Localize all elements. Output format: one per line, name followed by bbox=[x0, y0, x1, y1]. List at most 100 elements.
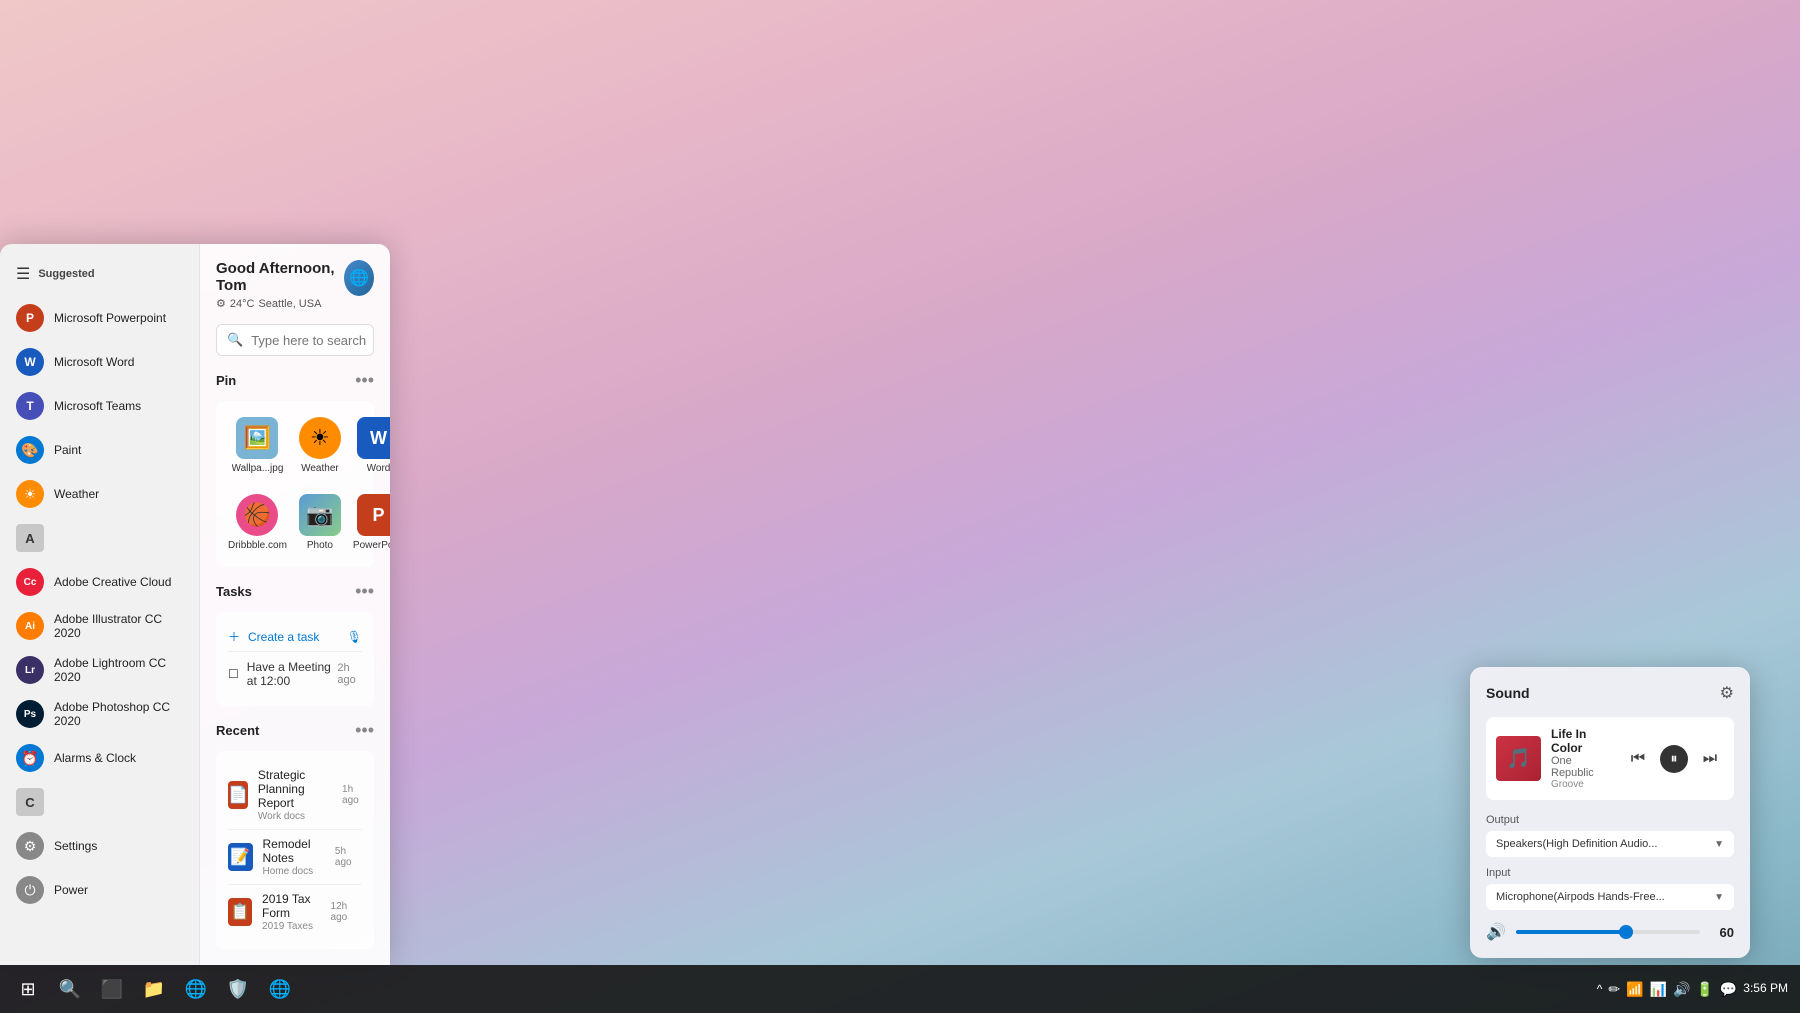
pin-weather-icon: ☀ bbox=[299, 417, 341, 459]
recent-item-strategic[interactable]: 📄 Strategic Planning Report Work docs 1h… bbox=[228, 761, 362, 830]
recent-item-tax[interactable]: 📋 2019 Tax Form 2019 Taxes 12h ago bbox=[228, 885, 362, 939]
user-avatar[interactable]: 🌐 bbox=[344, 260, 374, 296]
letter-c: C bbox=[16, 788, 44, 816]
taskbar-volume-icon[interactable]: 🔊 bbox=[1673, 981, 1690, 998]
recent-time: 5h ago bbox=[335, 846, 362, 868]
pin-item-weather[interactable]: ☀ Weather bbox=[295, 409, 345, 482]
sound-settings-icon[interactable]: ⚙ bbox=[1720, 683, 1734, 703]
pin-label: Weather bbox=[301, 463, 339, 474]
search-input[interactable] bbox=[251, 333, 390, 348]
sound-panel: Sound ⚙ 🎵 Life In Color One Republic Gro… bbox=[1470, 667, 1750, 958]
pin-item-word[interactable]: W Word bbox=[349, 409, 390, 482]
recent-section-title: Recent bbox=[216, 723, 259, 738]
taskbar-taskview-button[interactable]: ⬛ bbox=[92, 969, 132, 1009]
start-button[interactable]: ⊞ bbox=[8, 969, 48, 1009]
taskbar: ⊞ 🔍 ⬛ 📁 🌐 🛡️ 🌐 ^ ✏ 📶 📊 🔊 🔋 💬 bbox=[0, 965, 1800, 1013]
now-playing: 🎵 Life In Color One Republic Groove ⏮ ⏸ … bbox=[1486, 717, 1734, 800]
sidebar-item-ps[interactable]: Ps Adobe Photoshop CC 2020 bbox=[0, 692, 199, 736]
section-c: C bbox=[0, 780, 199, 824]
taskbar-notification-icon[interactable]: 💬 bbox=[1720, 981, 1737, 998]
taskbar-edge-button[interactable]: 🌐 bbox=[176, 969, 216, 1009]
sidebar-app-name: Microsoft Word bbox=[54, 355, 134, 369]
input-dropdown[interactable]: Microphone(Airpods Hands-Free... ▼ bbox=[1486, 884, 1734, 910]
sidebar-item-ai[interactable]: Ai Adobe Illustrator CC 2020 bbox=[0, 604, 199, 648]
sidebar-item-power[interactable]: ⏻ Power bbox=[0, 868, 199, 912]
recent-item-remodel[interactable]: 📝 Remodel Notes Home docs 5h ago bbox=[228, 830, 362, 885]
teams-icon: T bbox=[16, 392, 44, 420]
taskbar-time[interactable]: 3:56 PM bbox=[1743, 981, 1788, 997]
start-sidebar: ☰ Suggested P Microsoft Powerpoint W Mic… bbox=[0, 244, 200, 965]
input-label: Input bbox=[1486, 867, 1734, 879]
recent-more-button[interactable]: ••• bbox=[355, 720, 374, 741]
tasks-section-header: Tasks ••• bbox=[216, 581, 374, 602]
album-art: 🎵 bbox=[1496, 736, 1541, 781]
pin-section-header: Pin ••• bbox=[216, 370, 374, 391]
sidebar-item-weather[interactable]: ☀ Weather bbox=[0, 472, 199, 516]
sidebar-item-alarms[interactable]: ⏰ Alarms & Clock bbox=[0, 736, 199, 780]
sidebar-item-lr[interactable]: Lr Adobe Lightroom CC 2020 bbox=[0, 648, 199, 692]
sidebar-item-teams[interactable]: T Microsoft Teams bbox=[0, 384, 199, 428]
recent-word-icon: 📝 bbox=[228, 843, 253, 871]
taskbar-security-button[interactable]: 🛡️ bbox=[218, 969, 258, 1009]
output-section: Output Speakers(High Definition Audio...… bbox=[1486, 814, 1734, 857]
recent-time: 12h ago bbox=[331, 901, 362, 923]
taskbar-search-button[interactable]: 🔍 bbox=[50, 969, 90, 1009]
create-task-button[interactable]: ＋ Create a task 🎙 bbox=[228, 622, 362, 652]
sidebar-item-settings[interactable]: ⚙ Settings bbox=[0, 824, 199, 868]
task-item[interactable]: ☐ Have a Meeting at 12:00 2h ago bbox=[228, 652, 362, 696]
pin-label: Wallpa...jpg bbox=[232, 463, 284, 474]
alarms-icon: ⏰ bbox=[16, 744, 44, 772]
sidebar-header: ☰ Suggested bbox=[0, 260, 199, 296]
previous-button[interactable]: ⏮ bbox=[1624, 745, 1652, 773]
input-section: Input Microphone(Airpods Hands-Free... ▼ bbox=[1486, 867, 1734, 910]
taskbar-pen-icon: ✏ bbox=[1608, 981, 1620, 998]
volume-icon: 🔊 bbox=[1486, 922, 1506, 942]
power-label: Power bbox=[54, 883, 88, 897]
pin-word-icon: W bbox=[357, 417, 390, 459]
sidebar-item-acc[interactable]: Cc Adobe Creative Cloud bbox=[0, 560, 199, 604]
taskbar-store-button[interactable]: 🌐 bbox=[260, 969, 300, 1009]
recent-info: Remodel Notes Home docs bbox=[263, 837, 335, 877]
weather-gear-icon: ⚙ bbox=[216, 297, 226, 310]
taskbar-right: ^ ✏ 📶 📊 🔊 🔋 💬 3:56 PM bbox=[1585, 981, 1800, 998]
sidebar-item-powerpoint[interactable]: P Microsoft Powerpoint bbox=[0, 296, 199, 340]
task-mic-icon[interactable]: 🎙 bbox=[347, 630, 362, 644]
taskbar-battery-icon: 🔋 bbox=[1696, 981, 1713, 998]
tasks-section: ＋ Create a task 🎙 ☐ Have a Meeting at 12… bbox=[216, 612, 374, 706]
media-controls: ⏮ ⏸ ⏭ bbox=[1624, 745, 1724, 773]
pin-item-wallpaper[interactable]: 🖼️ Wallpa...jpg bbox=[224, 409, 291, 482]
pin-more-button[interactable]: ••• bbox=[355, 370, 374, 391]
sidebar-item-paint[interactable]: 🎨 Paint bbox=[0, 428, 199, 472]
start-main: Good Afternoon, Tom ⚙ 24°C Seattle, USA … bbox=[200, 244, 390, 965]
output-dropdown[interactable]: Speakers(High Definition Audio... ▼ bbox=[1486, 831, 1734, 857]
taskbar-explorer-button[interactable]: 📁 bbox=[134, 969, 174, 1009]
chevron-up-icon[interactable]: ^ bbox=[1597, 982, 1603, 996]
hamburger-icon[interactable]: ☰ bbox=[16, 264, 30, 284]
sidebar-item-word[interactable]: W Microsoft Word bbox=[0, 340, 199, 384]
task-left: ☐ Have a Meeting at 12:00 bbox=[228, 660, 337, 688]
notification-area: ^ ✏ 📶 📊 🔊 🔋 💬 bbox=[1597, 981, 1738, 998]
pin-photo-icon: 📷 bbox=[299, 494, 341, 536]
search-bar[interactable]: 🔍 🎙 bbox=[216, 324, 374, 356]
next-button[interactable]: ⏭ bbox=[1696, 745, 1724, 773]
greeting-info: Good Afternoon, Tom ⚙ 24°C Seattle, USA bbox=[216, 260, 344, 310]
sidebar-app-name: Adobe Creative Cloud bbox=[54, 575, 171, 589]
recent-left: 📄 Strategic Planning Report Work docs bbox=[228, 768, 342, 822]
pin-item-photo[interactable]: 📷 Photo bbox=[295, 486, 345, 559]
tasks-more-button[interactable]: ••• bbox=[355, 581, 374, 602]
song-info: Life In Color One Republic Groove bbox=[1551, 727, 1614, 790]
desktop: ☰ Suggested P Microsoft Powerpoint W Mic… bbox=[0, 0, 1800, 1013]
paint-icon: 🎨 bbox=[16, 436, 44, 464]
start-menu: ☰ Suggested P Microsoft Powerpoint W Mic… bbox=[0, 244, 390, 965]
pause-button[interactable]: ⏸ bbox=[1660, 745, 1688, 773]
taskbar-wifi-icon[interactable]: 📶 bbox=[1626, 981, 1643, 998]
sidebar-app-name: Adobe Photoshop CC 2020 bbox=[54, 700, 183, 728]
create-task-label: Create a task bbox=[248, 630, 319, 644]
task-checkbox-icon[interactable]: ☐ bbox=[228, 667, 239, 681]
recent-section: 📄 Strategic Planning Report Work docs 1h… bbox=[216, 751, 374, 949]
search-icon: 🔍 bbox=[227, 332, 243, 348]
volume-slider[interactable] bbox=[1516, 930, 1700, 934]
pin-item-powerpoint[interactable]: P PowerPoint bbox=[349, 486, 390, 559]
pin-item-dribbble[interactable]: 🏀 Dribbble.com bbox=[224, 486, 291, 559]
weather-icon: ☀ bbox=[16, 480, 44, 508]
